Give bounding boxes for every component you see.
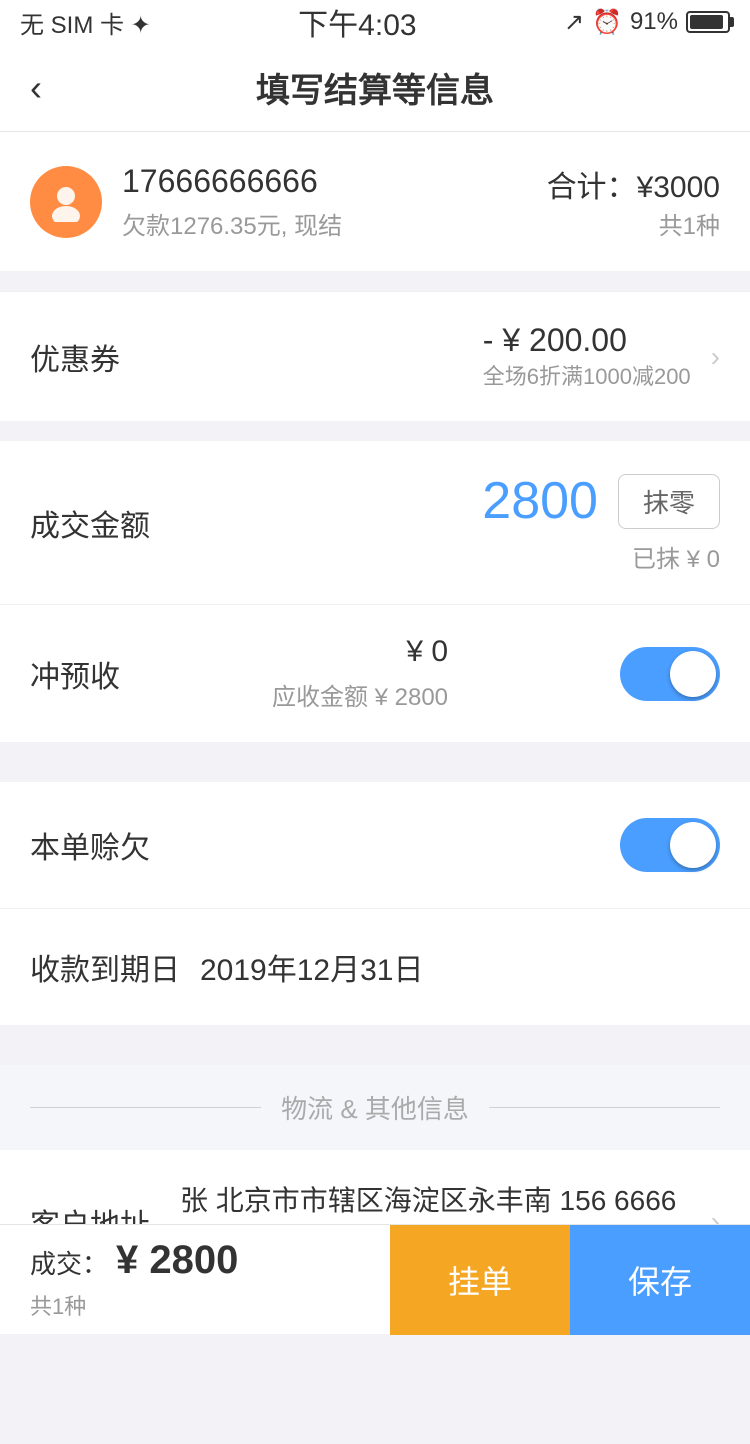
battery-fill bbox=[690, 15, 723, 29]
transaction-amount: 2800 bbox=[482, 471, 598, 531]
coupon-right: - ¥ 200.00 全场6折满1000减200 › bbox=[483, 322, 720, 391]
customer-row: 17666666666 欠款1276.35元, 现结 合计：¥3000 共1种 bbox=[30, 162, 720, 241]
prepay-amount: ¥ 0 bbox=[406, 635, 448, 669]
customer-right: 合计：¥3000 共1种 bbox=[547, 162, 720, 241]
transaction-amount-section: 2800 抹零 已抹 ¥ 0 bbox=[482, 471, 720, 574]
prepay-right: ¥ 0 应收金额 ¥ 2800 bbox=[272, 635, 448, 712]
bottom-bar: 成交： ¥ 2800 共1种 挂单 保存 bbox=[0, 1224, 750, 1334]
coupon-row[interactable]: 优惠券 - ¥ 200.00 全场6折满1000减200 › bbox=[0, 291, 750, 421]
debt-section: 本单赊欠 收款到期日 2019年12月31日 bbox=[0, 782, 750, 1025]
transaction-section: 成交金额 2800 抹零 已抹 ¥ 0 冲预收 ¥ 0 应收金额 ¥ 2800 bbox=[0, 441, 750, 742]
prepay-label: 冲预收 bbox=[30, 652, 120, 696]
bottom-trans-label: 成交： bbox=[30, 1244, 108, 1281]
status-left: 无 SIM 卡 ✦ bbox=[20, 5, 151, 40]
transaction-amount-row: 2800 抹零 bbox=[482, 471, 720, 531]
bottom-info: 成交： ¥ 2800 共1种 bbox=[0, 1238, 390, 1321]
logistics-divider: 物流 & 其他信息 bbox=[0, 1065, 750, 1150]
hold-button[interactable]: 挂单 bbox=[390, 1225, 570, 1335]
clock-icon: ⏰ bbox=[592, 8, 622, 37]
battery-percent: 91% bbox=[630, 8, 678, 36]
due-label: 收款到期日 bbox=[30, 945, 180, 989]
transaction-label: 成交金额 bbox=[30, 501, 150, 545]
total-value: ¥3000 bbox=[637, 171, 720, 204]
logistics-label: 物流 & 其他信息 bbox=[261, 1089, 489, 1126]
bottom-count: 共1种 bbox=[30, 1289, 360, 1321]
gray-divider-1 bbox=[0, 421, 750, 441]
debt-toggle[interactable] bbox=[620, 818, 720, 872]
divider-line-left bbox=[30, 1107, 261, 1108]
prepay-sub: 应收金额 ¥ 2800 bbox=[272, 677, 448, 712]
due-date-row: 收款到期日 2019年12月31日 bbox=[0, 909, 750, 1025]
prepay-toggle[interactable] bbox=[620, 647, 720, 701]
status-bar: 无 SIM 卡 ✦ 下午4:03 ↗ ⏰ 91% bbox=[0, 0, 750, 44]
avatar-icon bbox=[46, 182, 86, 222]
transaction-rounded-sub: 已抹 ¥ 0 bbox=[632, 539, 720, 574]
battery-icon bbox=[686, 11, 730, 33]
prepay-row: 冲预收 ¥ 0 应收金额 ¥ 2800 bbox=[0, 605, 750, 742]
debt-row: 本单赊欠 bbox=[0, 782, 750, 909]
debt-toggle-knob bbox=[670, 822, 716, 868]
customer-debt: 欠款1276.35元, 现结 bbox=[122, 206, 342, 241]
status-right: ↗ ⏰ 91% bbox=[564, 8, 730, 37]
location-icon: ↗ bbox=[564, 8, 584, 37]
round-button[interactable]: 抹零 bbox=[618, 474, 720, 529]
coupon-label: 优惠券 bbox=[30, 335, 120, 379]
status-time: 下午4:03 bbox=[298, 0, 416, 44]
coupon-discount: - ¥ 200.00 bbox=[483, 322, 691, 359]
prepay-toggle-knob bbox=[670, 651, 716, 697]
debt-label: 本单赊欠 bbox=[30, 823, 150, 867]
gray-divider-2 bbox=[0, 762, 750, 782]
coupon-desc: 全场6折满1000减200 bbox=[483, 359, 691, 391]
gray-divider-3 bbox=[0, 1045, 750, 1065]
chevron-right-icon: › bbox=[711, 341, 720, 373]
page-title: 填写结算等信息 bbox=[256, 63, 494, 112]
total-label: 合计： bbox=[547, 171, 637, 204]
divider-line-right bbox=[489, 1107, 720, 1108]
customer-info: 17666666666 欠款1276.35元, 现结 bbox=[122, 163, 342, 241]
bottom-trans-amount: ¥ 2800 bbox=[116, 1238, 238, 1283]
nav-bar: ‹ 填写结算等信息 bbox=[0, 44, 750, 132]
avatar bbox=[30, 166, 102, 238]
total-count: 共1种 bbox=[547, 206, 720, 241]
total-amount: 合计：¥3000 bbox=[547, 162, 720, 206]
bottom-amount: 成交： ¥ 2800 bbox=[30, 1238, 360, 1283]
back-button[interactable]: ‹ bbox=[30, 67, 42, 109]
due-value: 2019年12月31日 bbox=[200, 945, 423, 989]
customer-left: 17666666666 欠款1276.35元, 现结 bbox=[30, 163, 342, 241]
save-button[interactable]: 保存 bbox=[570, 1225, 750, 1335]
no-sim-label: 无 SIM 卡 ✦ bbox=[20, 5, 151, 40]
customer-phone: 17666666666 bbox=[122, 163, 342, 200]
transaction-row: 成交金额 2800 抹零 已抹 ¥ 0 bbox=[0, 441, 750, 605]
customer-card: 17666666666 欠款1276.35元, 现结 合计：¥3000 共1种 bbox=[0, 132, 750, 271]
